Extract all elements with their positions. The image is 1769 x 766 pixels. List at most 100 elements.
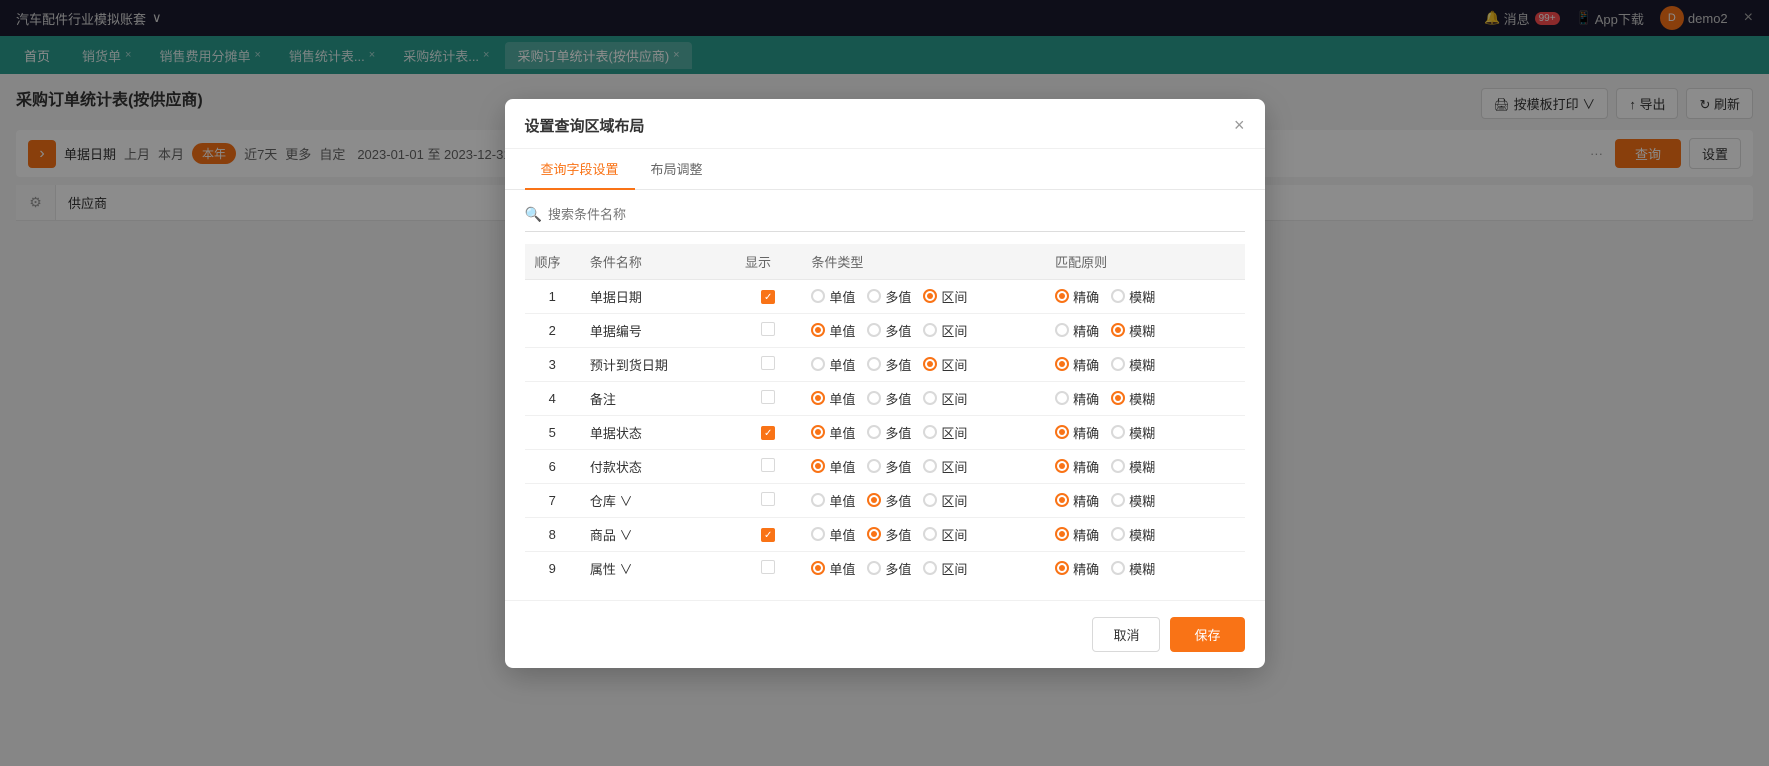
row-display[interactable] — [735, 517, 801, 551]
display-checkbox[interactable] — [761, 290, 775, 304]
row-display[interactable] — [735, 551, 801, 584]
match-radio-模糊[interactable]: 模糊 — [1111, 525, 1155, 544]
tab-fields[interactable]: 查询字段设置 — [525, 149, 635, 190]
type-radio-多值[interactable]: 多值 — [867, 389, 911, 408]
type-radio-单值[interactable]: 单值 — [811, 525, 855, 544]
row-name: 单据日期 — [580, 279, 735, 313]
row-name: 付款状态 — [580, 449, 735, 483]
row-name: 备注 — [580, 381, 735, 415]
row-order: 2 — [525, 313, 580, 347]
row-name: 预计到货日期 — [580, 347, 735, 381]
row-display[interactable] — [735, 449, 801, 483]
match-radio-模糊[interactable]: 模糊 — [1111, 287, 1155, 306]
table-row: 9 属性 ∨ 单值 多值 — [525, 551, 1245, 584]
match-radio-精确[interactable]: 精确 — [1055, 491, 1099, 510]
match-radio-精确[interactable]: 精确 — [1055, 525, 1099, 544]
type-radio-单值[interactable]: 单值 — [811, 491, 855, 510]
cancel-btn[interactable]: 取消 — [1092, 617, 1160, 652]
display-checkbox[interactable] — [761, 322, 775, 336]
th-type: 条件类型 — [801, 244, 1045, 280]
row-display[interactable] — [735, 415, 801, 449]
dialog-title: 设置查询区域布局 — [525, 115, 645, 148]
type-radio-区间[interactable]: 区间 — [923, 559, 967, 578]
match-radio-精确[interactable]: 精确 — [1055, 423, 1099, 442]
type-radio-单值[interactable]: 单值 — [811, 321, 855, 340]
match-radio-模糊[interactable]: 模糊 — [1111, 491, 1155, 510]
row-order: 4 — [525, 381, 580, 415]
match-radio-模糊[interactable]: 模糊 — [1111, 321, 1155, 340]
row-display[interactable] — [735, 347, 801, 381]
row-match: 精确 模糊 — [1045, 449, 1244, 483]
row-name: 属性 ∨ — [580, 551, 735, 584]
match-radio-模糊[interactable]: 模糊 — [1111, 423, 1155, 442]
dialog-footer: 取消 保存 — [505, 600, 1265, 668]
type-radio-单值[interactable]: 单值 — [811, 355, 855, 374]
row-match: 精确 模糊 — [1045, 517, 1244, 551]
settings-dialog: 设置查询区域布局 × 查询字段设置 布局调整 🔍 — [505, 99, 1265, 668]
type-radio-区间[interactable]: 区间 — [923, 457, 967, 476]
display-checkbox[interactable] — [761, 426, 775, 440]
type-radio-多值[interactable]: 多值 — [867, 287, 911, 306]
row-match: 精确 模糊 — [1045, 381, 1244, 415]
type-radio-区间[interactable]: 区间 — [923, 389, 967, 408]
match-radio-精确[interactable]: 精确 — [1055, 287, 1099, 306]
match-radio-精确[interactable]: 精确 — [1055, 559, 1099, 578]
type-radio-单值[interactable]: 单值 — [811, 559, 855, 578]
type-radio-多值[interactable]: 多值 — [867, 525, 911, 544]
display-checkbox[interactable] — [761, 356, 775, 370]
type-radio-单值[interactable]: 单值 — [811, 287, 855, 306]
type-radio-多值[interactable]: 多值 — [867, 321, 911, 340]
row-type: 单值 多值 区间 — [801, 449, 1045, 483]
table-row: 7 仓库 ∨ 单值 多值 — [525, 483, 1245, 517]
row-order: 7 — [525, 483, 580, 517]
display-checkbox[interactable] — [761, 560, 775, 574]
display-checkbox[interactable] — [761, 458, 775, 472]
match-radio-模糊[interactable]: 模糊 — [1111, 457, 1155, 476]
match-radio-精确[interactable]: 精确 — [1055, 355, 1099, 374]
save-btn[interactable]: 保存 — [1170, 617, 1244, 652]
row-order: 1 — [525, 279, 580, 313]
match-radio-精确[interactable]: 精确 — [1055, 321, 1099, 340]
display-checkbox[interactable] — [761, 492, 775, 506]
type-radio-区间[interactable]: 区间 — [923, 287, 967, 306]
type-radio-区间[interactable]: 区间 — [923, 321, 967, 340]
tab-layout[interactable]: 布局调整 — [635, 149, 719, 190]
type-radio-区间[interactable]: 区间 — [923, 423, 967, 442]
match-radio-精确[interactable]: 精确 — [1055, 457, 1099, 476]
table-row: 2 单据编号 单值 多值 — [525, 313, 1245, 347]
type-radio-区间[interactable]: 区间 — [923, 355, 967, 374]
search-input[interactable] — [548, 207, 1245, 222]
type-radio-多值[interactable]: 多值 — [867, 457, 911, 476]
dialog-tabs: 查询字段设置 布局调整 — [505, 149, 1265, 190]
type-radio-区间[interactable]: 区间 — [923, 525, 967, 544]
row-display[interactable] — [735, 279, 801, 313]
match-radio-精确[interactable]: 精确 — [1055, 389, 1099, 408]
match-radio-模糊[interactable]: 模糊 — [1111, 389, 1155, 408]
type-radio-区间[interactable]: 区间 — [923, 491, 967, 510]
row-type: 单值 多值 区间 — [801, 517, 1045, 551]
row-order: 3 — [525, 347, 580, 381]
row-type: 单值 多值 区间 — [801, 551, 1045, 584]
row-match: 精确 模糊 — [1045, 483, 1244, 517]
row-order: 9 — [525, 551, 580, 584]
row-display[interactable] — [735, 381, 801, 415]
row-display[interactable] — [735, 313, 801, 347]
display-checkbox[interactable] — [761, 528, 775, 542]
th-name: 条件名称 — [580, 244, 735, 280]
match-radio-模糊[interactable]: 模糊 — [1111, 355, 1155, 374]
type-radio-单值[interactable]: 单值 — [811, 389, 855, 408]
dialog-close-btn[interactable]: × — [1234, 115, 1245, 148]
row-display[interactable] — [735, 483, 801, 517]
match-radio-模糊[interactable]: 模糊 — [1111, 559, 1155, 578]
type-radio-多值[interactable]: 多值 — [867, 491, 911, 510]
display-checkbox[interactable] — [761, 390, 775, 404]
type-radio-单值[interactable]: 单值 — [811, 457, 855, 476]
type-radio-单值[interactable]: 单值 — [811, 423, 855, 442]
type-radio-多值[interactable]: 多值 — [867, 355, 911, 374]
row-match: 精确 模糊 — [1045, 347, 1244, 381]
row-name: 仓库 ∨ — [580, 483, 735, 517]
type-radio-多值[interactable]: 多值 — [867, 423, 911, 442]
th-order: 顺序 — [525, 244, 580, 280]
type-radio-多值[interactable]: 多值 — [867, 559, 911, 578]
search-icon: 🔍 — [525, 206, 542, 223]
